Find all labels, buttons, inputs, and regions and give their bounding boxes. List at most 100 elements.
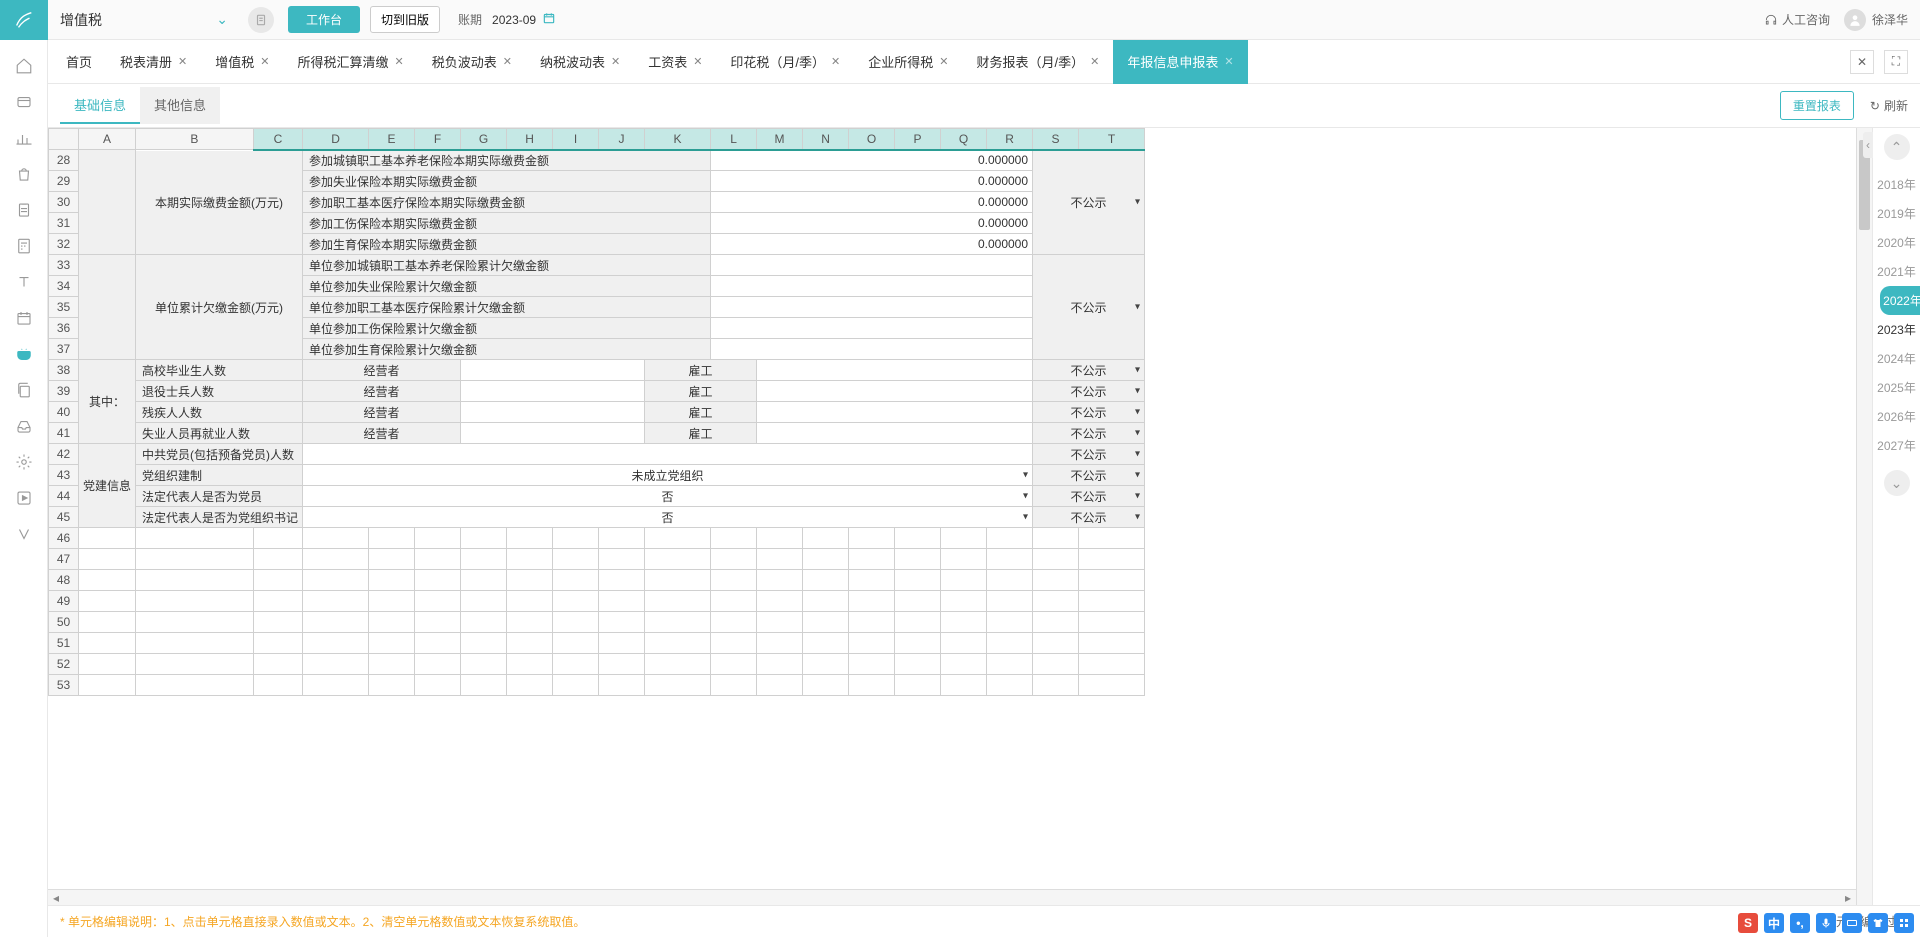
nav-active-icon[interactable]: [0, 336, 48, 372]
grid-cell[interactable]: [136, 612, 254, 633]
row-number[interactable]: 43: [49, 465, 79, 486]
grid-cell[interactable]: [79, 675, 136, 696]
grid-cell[interactable]: [645, 612, 711, 633]
grid-cell[interactable]: [253, 675, 302, 696]
grid-cell[interactable]: [941, 549, 987, 570]
grid-cell[interactable]: [987, 528, 1033, 549]
nav-copy-icon[interactable]: [0, 372, 48, 408]
grid-cell[interactable]: [1033, 591, 1079, 612]
nav-play-icon[interactable]: [0, 480, 48, 516]
row-number[interactable]: 28: [49, 150, 79, 171]
grid-cell[interactable]: 雇工: [645, 402, 757, 423]
grid-cell[interactable]: [369, 591, 415, 612]
grid-cell[interactable]: [599, 675, 645, 696]
close-icon[interactable]: ✕: [260, 55, 269, 68]
grid-cell[interactable]: [303, 549, 369, 570]
grid-cell[interactable]: 高校毕业生人数: [136, 360, 303, 381]
grid-cell[interactable]: [415, 675, 461, 696]
grid-cell[interactable]: [599, 570, 645, 591]
tab-item[interactable]: 财务报表（月/季）✕: [963, 40, 1114, 84]
year-item[interactable]: 2019年: [1874, 199, 1919, 228]
row-number[interactable]: 37: [49, 339, 79, 360]
close-icon[interactable]: ✕: [611, 55, 620, 68]
grid-cell[interactable]: [553, 633, 599, 654]
grid-cell[interactable]: 不公示: [1033, 255, 1145, 360]
period-value[interactable]: 2023-09: [492, 13, 536, 27]
nav-bag-icon[interactable]: [0, 156, 48, 192]
grid-cell[interactable]: [803, 633, 849, 654]
nav-card-icon[interactable]: [0, 84, 48, 120]
grid-cell[interactable]: [757, 570, 803, 591]
grid-cell[interactable]: [599, 549, 645, 570]
grid-cell[interactable]: 法定代表人是否为党组织书记: [136, 507, 303, 528]
grid-cell[interactable]: [711, 654, 757, 675]
column-header[interactable]: S: [1033, 129, 1079, 150]
grid-cell[interactable]: [645, 528, 711, 549]
grid-cell[interactable]: [849, 675, 895, 696]
tab-item[interactable]: 首页: [52, 40, 106, 84]
grid-cell[interactable]: [645, 633, 711, 654]
doc-icon[interactable]: [248, 7, 274, 33]
close-icon[interactable]: ✕: [395, 55, 404, 68]
reset-report-button[interactable]: 重置报表: [1780, 91, 1854, 120]
grid-cell[interactable]: [507, 675, 553, 696]
grid-cell[interactable]: [369, 570, 415, 591]
tabs-expand-button[interactable]: ⛶: [1884, 50, 1908, 74]
grid-cell[interactable]: [369, 675, 415, 696]
grid-cell[interactable]: [895, 570, 941, 591]
grid-cell[interactable]: [803, 570, 849, 591]
grid-cell[interactable]: 经营者: [303, 360, 461, 381]
grid-cell[interactable]: [711, 591, 757, 612]
grid-cell[interactable]: 不公示: [1033, 465, 1145, 486]
column-header[interactable]: H: [507, 129, 553, 150]
grid-cell[interactable]: [803, 654, 849, 675]
grid-cell[interactable]: 雇工: [645, 381, 757, 402]
grid-cell[interactable]: 不公示: [1033, 423, 1145, 444]
calendar-icon[interactable]: [542, 11, 556, 28]
scroll-left-icon[interactable]: ◂: [48, 891, 64, 905]
grid-cell[interactable]: [553, 549, 599, 570]
column-header[interactable]: F: [415, 129, 461, 150]
tabs-close-all-button[interactable]: ✕: [1850, 50, 1874, 74]
grid-cell[interactable]: [253, 591, 302, 612]
grid-cell[interactable]: [253, 633, 302, 654]
grid-cell[interactable]: [507, 612, 553, 633]
grid-cell[interactable]: [895, 675, 941, 696]
consult-link[interactable]: 人工咨询: [1764, 11, 1830, 28]
grid-cell[interactable]: [849, 570, 895, 591]
row-number[interactable]: 35: [49, 297, 79, 318]
row-number[interactable]: 42: [49, 444, 79, 465]
grid-cell[interactable]: [253, 612, 302, 633]
grid-cell[interactable]: [461, 675, 507, 696]
grid-cell[interactable]: [79, 633, 136, 654]
grid-cell[interactable]: 雇工: [645, 360, 757, 381]
grid-cell[interactable]: [461, 654, 507, 675]
grid-cell[interactable]: [1079, 528, 1145, 549]
close-icon[interactable]: ✕: [1224, 55, 1233, 68]
tab-item[interactable]: 企业所得税✕: [854, 40, 962, 84]
grid-cell[interactable]: 0.000000: [711, 171, 1033, 192]
grid-cell[interactable]: 参加工伤保险本期实际缴费金额: [303, 213, 711, 234]
grid-cell[interactable]: [369, 549, 415, 570]
grid-cell[interactable]: [941, 591, 987, 612]
grid-cell[interactable]: [136, 528, 254, 549]
tab-item[interactable]: 工资表✕: [634, 40, 716, 84]
tab-item[interactable]: 纳税波动表✕: [526, 40, 634, 84]
row-number[interactable]: 49: [49, 591, 79, 612]
row-number[interactable]: 33: [49, 255, 79, 276]
grid-cell[interactable]: [941, 528, 987, 549]
row-number[interactable]: 38: [49, 360, 79, 381]
grid-cell[interactable]: [987, 591, 1033, 612]
grid-cell[interactable]: [1079, 570, 1145, 591]
grid-cell[interactable]: 0.000000: [711, 234, 1033, 255]
grid-cell[interactable]: [895, 591, 941, 612]
horizontal-scrollbar[interactable]: ◂ ▸: [48, 889, 1856, 905]
grid-cell[interactable]: [303, 591, 369, 612]
grid-cell[interactable]: [757, 612, 803, 633]
grid-cell[interactable]: [711, 612, 757, 633]
grid-cell[interactable]: 单位参加工伤保险累计欠缴金额: [303, 318, 711, 339]
grid-cell[interactable]: 否: [303, 507, 1033, 528]
column-header[interactable]: P: [895, 129, 941, 150]
grid-cell[interactable]: [303, 444, 1033, 465]
grid-cell[interactable]: 参加生育保险本期实际缴费金额: [303, 234, 711, 255]
